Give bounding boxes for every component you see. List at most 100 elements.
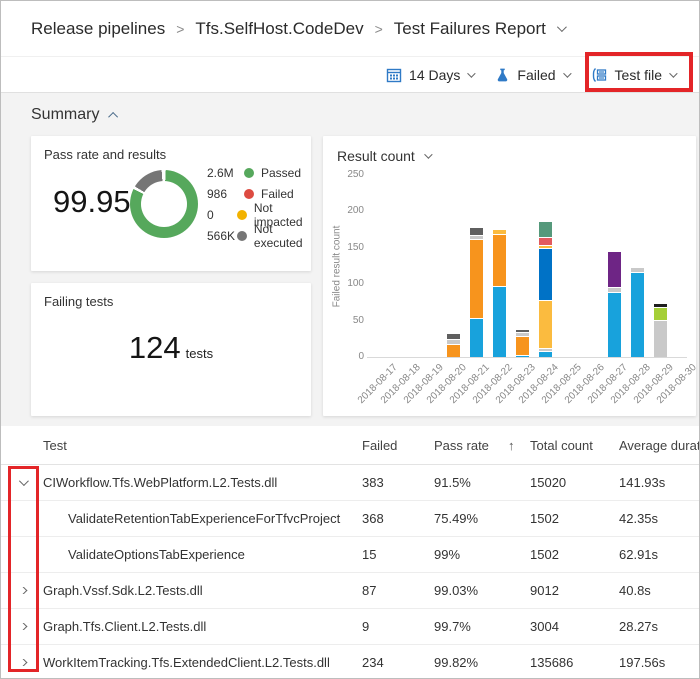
- bar-segment-lightgray: [516, 333, 529, 336]
- column-header-average-duration[interactable]: Average duration: [616, 438, 699, 453]
- bar-segment-lightgray: [470, 236, 483, 239]
- y-axis-tick-label: 150: [347, 241, 364, 253]
- stacked-bar-2018-08-23: [516, 330, 529, 357]
- legend-value: 566K: [207, 228, 236, 243]
- column-header-pass-rate[interactable]: Pass rate: [431, 438, 505, 453]
- x-axis-line: [367, 357, 687, 358]
- breadcrumb-pipeline[interactable]: Tfs.SelfHost.CodeDev: [195, 19, 363, 39]
- total-count-cell: 1502: [530, 511, 559, 526]
- chevron-down-icon: [562, 68, 572, 78]
- test-name-cell[interactable]: ValidateRetentionTabExperienceForTfvcPro…: [41, 511, 359, 526]
- bar-segment-lightgray: [654, 321, 667, 357]
- collapse-row-button[interactable]: [1, 479, 41, 486]
- legend-value: 0: [207, 207, 214, 222]
- period-filter[interactable]: 14 Days: [386, 66, 477, 83]
- summary-collapse-toggle[interactable]: Summary: [31, 103, 119, 127]
- failed-cell: 383: [362, 475, 384, 490]
- average-duration-cell: 42.35s: [619, 511, 659, 526]
- table-row[interactable]: Graph.Tfs.Client.L2.Tests.dll 9 99.7% 3004 2…: [1, 609, 699, 645]
- chevron-down-icon[interactable]: [556, 22, 567, 33]
- failing-tests-count: 124: [128, 330, 181, 365]
- table-row[interactable]: CIWorkflow.Tfs.WebPlatform.L2.Tests.dll 3…: [1, 465, 699, 501]
- test-name-cell[interactable]: Graph.Tfs.Client.L2.Tests.dll: [41, 619, 359, 634]
- test-name-cell[interactable]: ValidateOptionsTabExperience: [41, 547, 359, 562]
- breadcrumb-report[interactable]: Test Failures Report: [394, 19, 546, 39]
- failing-tests-unit: tests: [185, 346, 214, 361]
- pass-rate-cell: 99.82%: [434, 655, 479, 670]
- average-duration-cell: 141.93s: [619, 475, 666, 490]
- test-name-cell[interactable]: Graph.Vssf.Sdk.L2.Tests.dll: [41, 583, 359, 598]
- bar-segment-orange: [447, 345, 460, 357]
- breadcrumb-separator-icon: >: [374, 20, 383, 37]
- bar-segment-cyan: [516, 356, 529, 357]
- bar-segment-darkgray: [516, 330, 529, 332]
- total-count-cell: 9012: [530, 583, 559, 598]
- table-row[interactable]: ValidateOptionsTabExperience 15 99% 1502 62.…: [1, 537, 699, 573]
- breadcrumb-separator-icon: >: [176, 20, 185, 37]
- legend-dot-icon: [244, 188, 254, 199]
- bar-segment-lightgray: [539, 349, 552, 351]
- legend-value: 986: [207, 186, 228, 201]
- results-legend: 2.6M Passed 986 Failed 0 Not impacted 566K Not …: [207, 162, 311, 250]
- test-name-cell[interactable]: WorkItemTracking.Tfs.ExtendedClient.L2.T…: [41, 655, 359, 670]
- failed-cell: 87: [362, 583, 377, 598]
- pass-rate-cell: 99%: [434, 547, 461, 562]
- failed-cell: 9: [362, 619, 370, 634]
- breadcrumb-release-pipelines[interactable]: Release pipelines: [31, 19, 165, 39]
- bar-segment-lightgray: [608, 288, 621, 292]
- legend-dot-icon: [244, 167, 254, 178]
- test-name-cell[interactable]: CIWorkflow.Tfs.WebPlatform.L2.Tests.dll: [41, 475, 359, 490]
- total-count-cell: 135686: [530, 655, 574, 670]
- column-header-test[interactable]: Test: [41, 438, 359, 453]
- failing-tests-card: Failing tests 124 tests: [31, 283, 311, 416]
- pass-rate-cell: 75.49%: [434, 511, 479, 526]
- legend-label: Not executed: [253, 221, 303, 250]
- breadcrumb: Release pipelines > Tfs.SelfHost.CodeDev…: [1, 1, 699, 57]
- column-header-total-count[interactable]: Total count: [527, 438, 616, 453]
- bar-segment-cyan: [539, 352, 552, 357]
- table-row[interactable]: WorkItemTracking.Tfs.ExtendedClient.L2.T…: [1, 645, 699, 678]
- column-header-failed[interactable]: Failed: [359, 438, 431, 453]
- failed-cell: 368: [362, 511, 384, 526]
- table-header-row: Test Failed Pass rate ↑ Total count Aver…: [1, 426, 699, 465]
- y-axis-tick-label: 0: [358, 351, 364, 362]
- failed-cell: 234: [362, 655, 384, 670]
- bar-segment-orange: [516, 337, 529, 355]
- group-by-icon: [591, 67, 608, 83]
- group-by-filter[interactable]: Test file: [591, 67, 678, 83]
- bar-segment-purple: [608, 252, 621, 287]
- expand-row-button[interactable]: [1, 659, 41, 666]
- bar-segment-darkgray: [447, 334, 460, 339]
- summary-section: Summary Pass rate and results 99.95% 2.6…: [1, 93, 699, 426]
- outcome-filter[interactable]: Failed: [495, 67, 572, 83]
- bar-segment-cyan: [493, 287, 506, 357]
- total-count-cell: 3004: [530, 619, 559, 634]
- stacked-bar-2018-08-21: [470, 228, 483, 357]
- bar-segment-amber: [493, 230, 506, 234]
- bar-segment-darkgray: [470, 228, 483, 235]
- pass-rate-cell: 99.03%: [434, 583, 479, 598]
- pass-rate-cell: 91.5%: [434, 475, 471, 490]
- calendar-icon: [386, 67, 402, 83]
- bar-segment-green: [539, 222, 552, 237]
- chevron-up-icon: [108, 111, 119, 122]
- average-duration-cell: 28.27s: [619, 619, 659, 634]
- table-row[interactable]: Graph.Vssf.Sdk.L2.Tests.dll 87 99.03% 9012 4…: [1, 573, 699, 609]
- chevron-right-icon: [17, 587, 28, 594]
- result-count-card: Result count Failed result count 0 50 100 1…: [323, 136, 699, 416]
- bar-segment-amber: [539, 246, 552, 248]
- sort-ascending-icon[interactable]: ↑: [505, 438, 527, 453]
- bar-segment-lightgray: [447, 340, 460, 344]
- table-row[interactable]: ValidateRetentionTabExperienceForTfvcPro…: [1, 501, 699, 537]
- bar-segment-lightgray: [631, 268, 644, 272]
- total-count-cell: 15020: [530, 475, 567, 490]
- chevron-right-icon: [17, 623, 28, 630]
- results-donut-chart: [130, 170, 198, 238]
- expand-row-button[interactable]: [1, 623, 41, 630]
- chevron-right-icon: [17, 659, 28, 666]
- legend-item-not-executed: 566K Not executed: [207, 222, 311, 250]
- pass-rate-cell: 99.7%: [434, 619, 471, 634]
- failing-tests-card-title: Failing tests: [44, 294, 114, 309]
- expand-row-button[interactable]: [1, 587, 41, 594]
- period-filter-label: 14 Days: [409, 66, 461, 83]
